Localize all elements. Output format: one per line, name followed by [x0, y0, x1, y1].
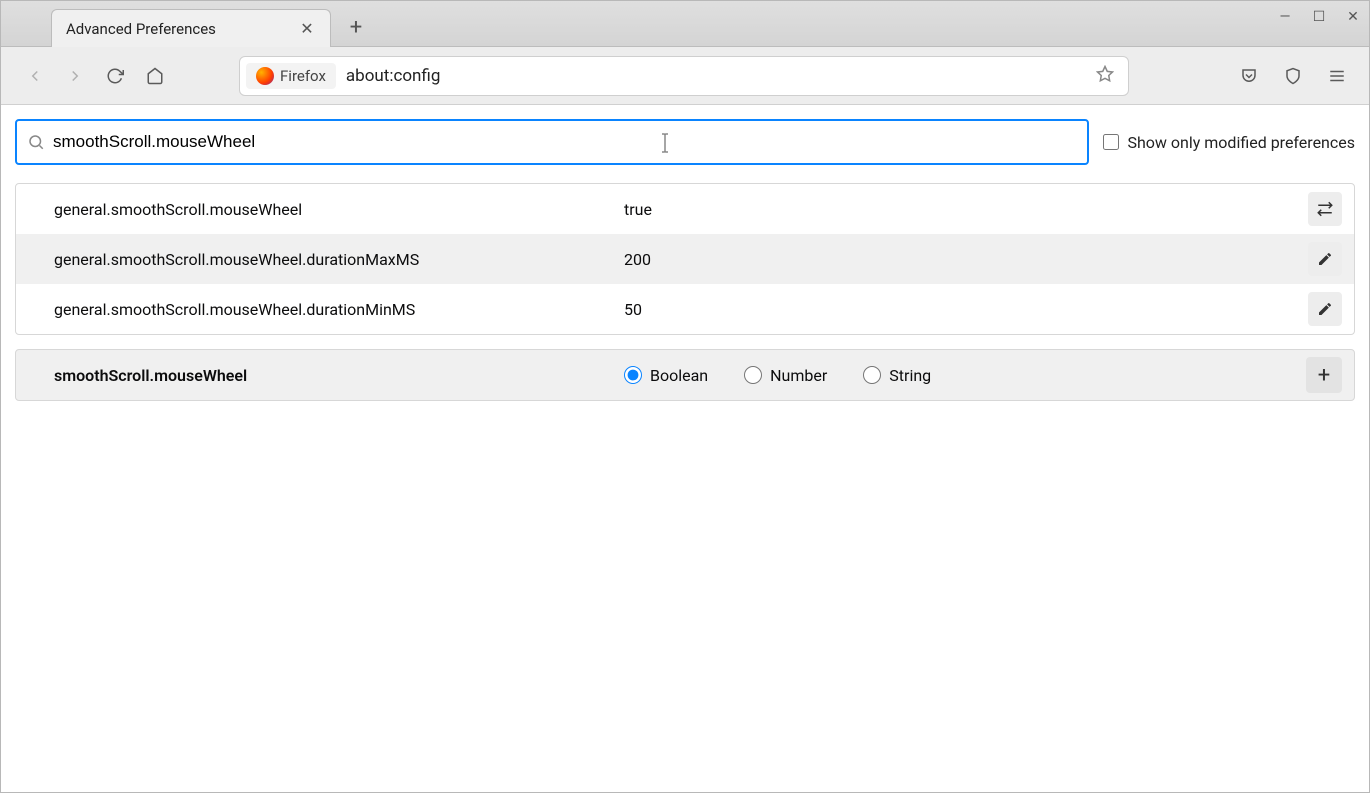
type-radio-group: Boolean Number String [624, 366, 1306, 385]
prefs-table: general.smoothScroll.mouseWheel true gen… [15, 183, 1355, 335]
url-text: about:config [346, 66, 1088, 86]
edit-button[interactable] [1308, 292, 1342, 326]
new-pref-row: smoothScroll.mouseWheel Boolean Number S… [15, 349, 1355, 401]
close-window-icon[interactable]: ✕ [1345, 9, 1361, 25]
bookmark-star-icon[interactable] [1088, 65, 1122, 87]
pref-row[interactable]: general.smoothScroll.mouseWheel.duration… [16, 284, 1354, 334]
home-button[interactable] [139, 60, 171, 92]
edit-button[interactable] [1308, 242, 1342, 276]
pref-name: general.smoothScroll.mouseWheel.duration… [54, 250, 624, 269]
identity-box[interactable]: Firefox [246, 63, 336, 89]
forward-button[interactable] [59, 60, 91, 92]
type-radio-number-input[interactable] [744, 366, 762, 384]
browser-tab[interactable]: Advanced Preferences ✕ [51, 9, 331, 47]
back-button[interactable] [19, 60, 51, 92]
pref-row[interactable]: general.smoothScroll.mouseWheel true [16, 184, 1354, 234]
type-radio-label: Number [770, 366, 827, 385]
reload-button[interactable] [99, 60, 131, 92]
new-tab-button[interactable]: + [341, 12, 371, 42]
minimize-icon[interactable]: — [1277, 9, 1293, 25]
show-only-modified-label: Show only modified preferences [1127, 133, 1355, 152]
toggle-icon [1316, 200, 1334, 218]
shield-icon[interactable] [1279, 62, 1307, 90]
search-box[interactable] [15, 119, 1089, 165]
pencil-icon [1317, 251, 1333, 267]
pencil-icon [1317, 301, 1333, 317]
aboutconfig-content: Show only modified preferences general.s… [1, 105, 1369, 415]
url-bar[interactable]: Firefox about:config [239, 56, 1129, 96]
add-pref-button[interactable]: + [1306, 357, 1342, 393]
pref-value: 50 [624, 300, 1308, 319]
titlebar: Advanced Preferences ✕ + — ☐ ✕ [1, 1, 1369, 47]
search-icon [27, 133, 45, 151]
type-radio-string-input[interactable] [863, 366, 881, 384]
type-radio-string[interactable]: String [863, 366, 931, 385]
toggle-button[interactable] [1308, 192, 1342, 226]
firefox-logo-icon [256, 67, 274, 85]
type-radio-label: String [889, 366, 931, 385]
pocket-icon[interactable] [1235, 62, 1263, 90]
pref-value: true [624, 200, 1308, 219]
close-tab-icon[interactable]: ✕ [298, 20, 316, 38]
type-radio-number[interactable]: Number [744, 366, 827, 385]
search-input[interactable] [53, 132, 1077, 152]
window-controls: — ☐ ✕ [1277, 9, 1361, 25]
type-radio-label: Boolean [650, 366, 708, 385]
pref-row[interactable]: general.smoothScroll.mouseWheel.duration… [16, 234, 1354, 284]
show-only-modified-checkbox[interactable]: Show only modified preferences [1103, 133, 1355, 152]
type-radio-boolean[interactable]: Boolean [624, 366, 708, 385]
app-menu-icon[interactable] [1323, 62, 1351, 90]
identity-label: Firefox [280, 67, 326, 85]
type-radio-boolean-input[interactable] [624, 366, 642, 384]
maximize-icon[interactable]: ☐ [1311, 9, 1327, 25]
pref-name: general.smoothScroll.mouseWheel.duration… [54, 300, 624, 319]
tab-title: Advanced Preferences [66, 20, 298, 38]
new-pref-name: smoothScroll.mouseWheel [54, 366, 624, 385]
pref-name: general.smoothScroll.mouseWheel [54, 200, 624, 219]
nav-toolbar: Firefox about:config [1, 47, 1369, 105]
pref-value: 200 [624, 250, 1308, 269]
show-only-modified-input[interactable] [1103, 134, 1119, 150]
